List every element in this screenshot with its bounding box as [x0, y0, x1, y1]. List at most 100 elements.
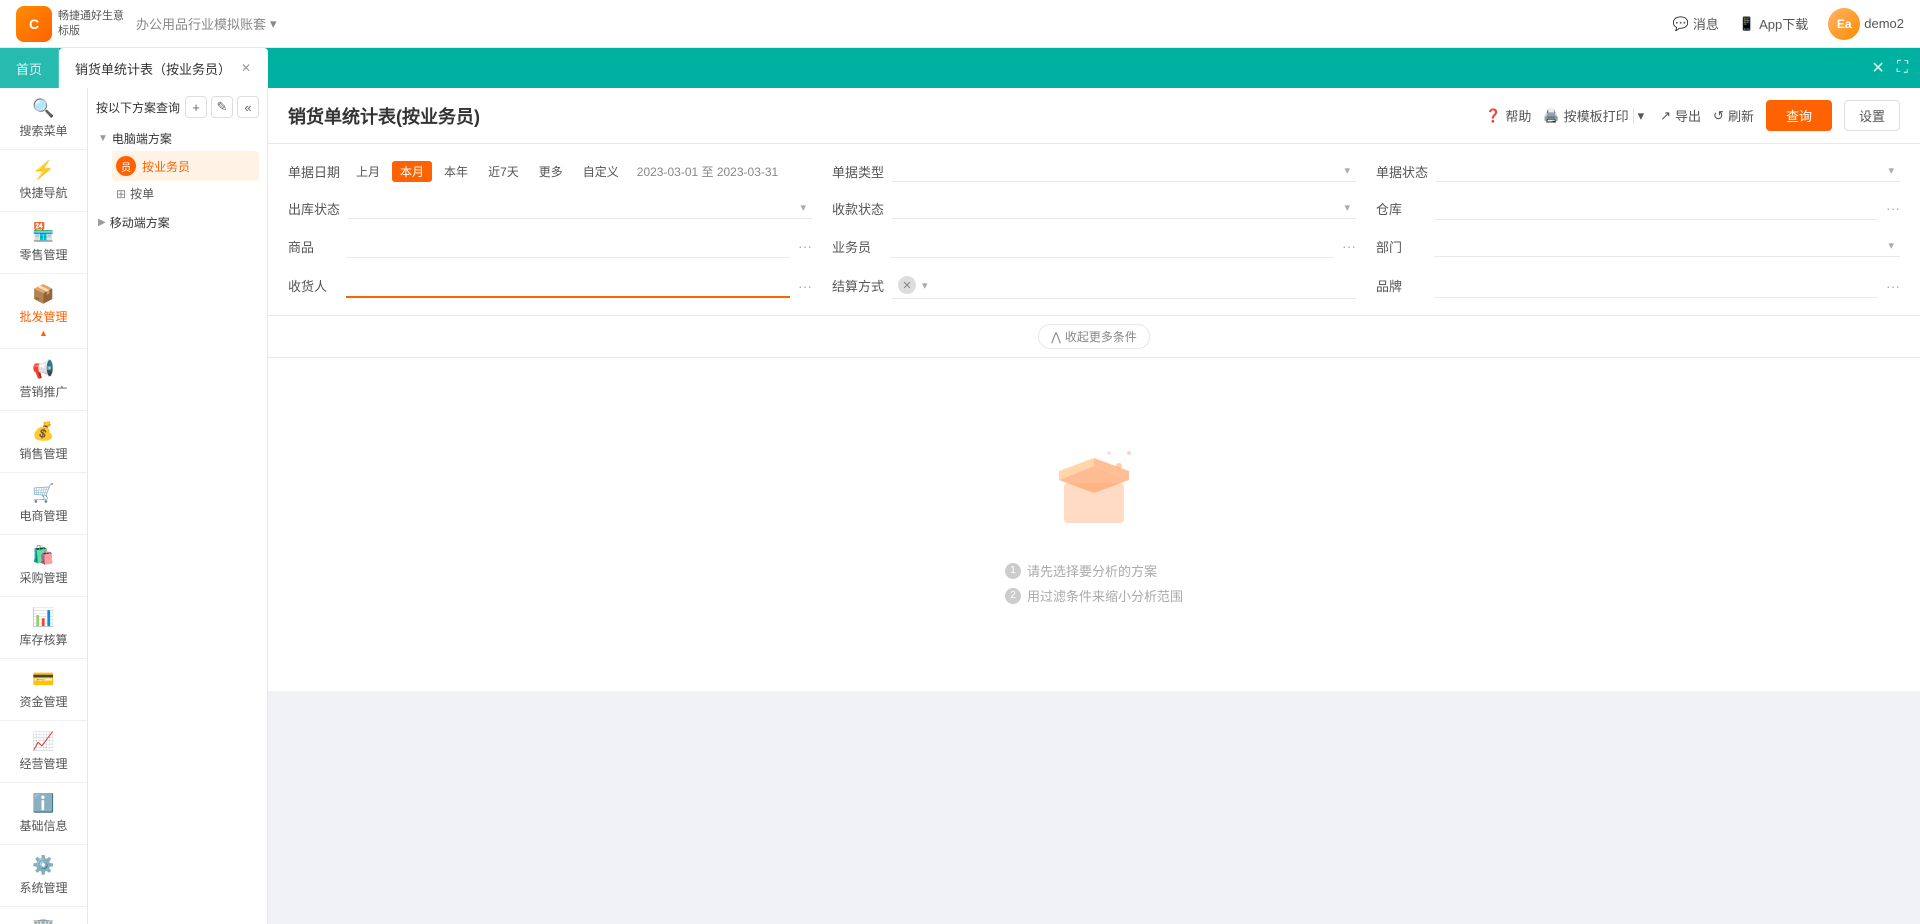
- sidebar-purchase-label: 采购管理: [19, 569, 67, 586]
- tab-close-icon[interactable]: ✕: [241, 61, 251, 75]
- settings-btn[interactable]: 设置: [1844, 100, 1900, 131]
- sidebar-item-inventory[interactable]: 📊 库存核算: [0, 597, 87, 659]
- sidebar-item-purchase[interactable]: 🛍️ 采购管理: [0, 535, 87, 597]
- filter-out-status-item: 出库状态 ▾: [288, 197, 812, 219]
- staff-label: 业务员: [832, 237, 882, 256]
- refresh-btn[interactable]: ↺ 刷新: [1713, 106, 1754, 125]
- finance-icon: 💳: [32, 669, 54, 690]
- empty-icon-area: [1044, 438, 1144, 541]
- date-tab-more[interactable]: 更多: [531, 161, 571, 182]
- collapse-more-btn[interactable]: ⋀ 收起更多条件: [1038, 324, 1150, 349]
- sidebar-item-finance[interactable]: 💳 资金管理: [0, 659, 87, 721]
- collapse-btn-label: 收起更多条件: [1065, 328, 1137, 345]
- step1-num: 1: [1005, 563, 1021, 579]
- inventory-icon: 📊: [32, 607, 54, 628]
- print-btn[interactable]: 🖨️ 按模板打印 ▾: [1543, 106, 1648, 125]
- scheme-item-by-staff[interactable]: 员 按业务员: [112, 151, 259, 181]
- payment-status-select[interactable]: ▾: [892, 197, 1356, 219]
- goods-ellipsis[interactable]: ···: [798, 238, 812, 254]
- doc-type-arrow: ▾: [1344, 164, 1350, 177]
- consignee-ellipsis[interactable]: ···: [798, 278, 812, 294]
- date-tab-this-year[interactable]: 本年: [436, 161, 476, 182]
- operation-icon: 📈: [32, 731, 54, 752]
- user-name: demo2: [1864, 16, 1904, 31]
- warehouse-ellipsis[interactable]: ···: [1886, 200, 1900, 216]
- date-range-text: 2023-03-01 至 2023-03-31: [637, 163, 778, 180]
- collapse-triangle-icon: ▶: [98, 217, 106, 228]
- goods-input[interactable]: [346, 234, 790, 258]
- consignee-label: 收货人: [288, 276, 338, 295]
- help-icon: ❓: [1485, 108, 1501, 124]
- sidebar-item-operation[interactable]: 📈 经营管理: [0, 721, 87, 783]
- sidebar-marketing-label: 营销推广: [19, 383, 67, 400]
- sidebar-item-ecommerce[interactable]: 🛒 电商管理: [0, 473, 87, 535]
- query-btn[interactable]: 查询: [1766, 100, 1832, 131]
- scheme-collapse-btn[interactable]: «: [237, 96, 259, 118]
- doc-type-select[interactable]: ▾: [892, 160, 1356, 182]
- empty-state: 1 请先选择要分析的方案 2 用过滤条件来缩小分析范围: [268, 358, 1920, 691]
- breadcrumb[interactable]: 办公用品行业模拟账套 ▾: [136, 14, 277, 33]
- purchase-icon: 🛍️: [32, 545, 54, 566]
- basic-icon: ℹ️: [32, 793, 54, 814]
- help-btn[interactable]: ❓ 帮助: [1485, 106, 1531, 125]
- filter-row-1: 单据日期 上月 本月 本年 近7天 更多 自定义 2023-03-01 至 20…: [288, 160, 1900, 182]
- collapse-up-icon: ⋀: [1051, 330, 1061, 344]
- tab-close-window-icon[interactable]: ✕: [1871, 58, 1884, 78]
- doc-status-select[interactable]: ▾: [1436, 160, 1900, 182]
- out-status-select[interactable]: ▾: [348, 197, 812, 219]
- date-tab-custom[interactable]: 自定义: [575, 161, 627, 182]
- message-action[interactable]: 💬 消息: [1673, 14, 1719, 33]
- retail-icon: 🏪: [32, 222, 54, 243]
- date-tab-this-month[interactable]: 本月: [392, 161, 432, 182]
- sidebar-item-sales[interactable]: 💰 销售管理: [0, 411, 87, 473]
- warehouse-input[interactable]: [1434, 196, 1878, 220]
- staff-ellipsis[interactable]: ···: [1342, 238, 1356, 254]
- filter-goods-item: 商品 ···: [288, 234, 812, 258]
- scheme-panel-header: 按以下方案查询 + ✎ «: [96, 96, 259, 118]
- filter-consignee-item: 收货人 ···: [288, 273, 812, 298]
- dept-select[interactable]: ▾: [1434, 235, 1900, 257]
- by-order-icon: ⊞: [116, 187, 126, 201]
- scheme-group-mobile-header[interactable]: ▶ 移动端方案: [96, 210, 259, 235]
- scheme-edit-btn[interactable]: ✎: [211, 96, 233, 118]
- sidebar-item-basic[interactable]: ℹ️ 基础信息: [0, 783, 87, 845]
- tab-maximize-icon[interactable]: ⛶: [1897, 59, 1908, 77]
- sidebar-item-retail[interactable]: 🏪 零售管理: [0, 212, 87, 274]
- date-tab-last-7[interactable]: 近7天: [480, 161, 527, 182]
- scheme-item-by-order[interactable]: ⊞ 按单: [112, 181, 259, 206]
- payment-method-select[interactable]: ✕ ▾: [892, 272, 1356, 299]
- scheme-item-by-order-label: 按单: [130, 185, 154, 202]
- brand-input[interactable]: [1434, 274, 1878, 298]
- step1-text: 请先选择要分析的方案: [1027, 561, 1157, 580]
- date-tab-last-month[interactable]: 上月: [348, 161, 388, 182]
- logo-abbr: C: [29, 16, 39, 32]
- sidebar-item-quick-nav[interactable]: ⚡ 快捷导航: [0, 150, 87, 212]
- tab-sales-stat[interactable]: 销货单统计表（按业务员） ✕: [59, 48, 268, 88]
- sidebar-item-system[interactable]: ⚙️ 系统管理: [0, 845, 87, 907]
- tab-home[interactable]: 首页: [0, 48, 59, 88]
- sidebar-quicknav-label: 快捷导航: [19, 184, 67, 201]
- collapse-bar: ⋀ 收起更多条件: [268, 316, 1920, 358]
- sidebar-item-search[interactable]: 🔍 搜索菜单: [0, 88, 87, 150]
- scheme-group-mobile-label: 移动端方案: [110, 214, 170, 231]
- page-header: 销货单统计表(按业务员) ❓ 帮助 🖨️ 按模板打印 ▾ ↗: [268, 88, 1920, 144]
- user-area[interactable]: Ea demo2: [1828, 8, 1904, 40]
- staff-input[interactable]: [890, 234, 1334, 258]
- expand-triangle-icon: ▼: [98, 133, 108, 144]
- sidebar-item-wholesale[interactable]: 📦 批发管理 ▲: [0, 274, 87, 349]
- sidebar-item-enterprise[interactable]: 🏢 企业协同: [0, 907, 87, 924]
- filter-row-4: 收货人 ··· 结算方式 ✕ ▾ 品牌 ···: [288, 272, 1900, 299]
- export-btn[interactable]: ↗ 导出: [1660, 106, 1701, 125]
- payment-method-clear[interactable]: ✕: [898, 276, 916, 294]
- app-download-action[interactable]: 📱 App下载: [1739, 14, 1808, 33]
- scheme-add-btn[interactable]: +: [185, 96, 207, 118]
- print-btn-main: 🖨️ 按模板打印: [1543, 106, 1628, 125]
- search-icon: 🔍: [32, 98, 54, 119]
- filter-payment-method-item: 结算方式 ✕ ▾: [832, 272, 1356, 299]
- sidebar-item-marketing[interactable]: 📢 营销推广: [0, 349, 87, 411]
- brand-ellipsis[interactable]: ···: [1886, 278, 1900, 294]
- print-dropdown-arrow[interactable]: ▾: [1633, 108, 1649, 124]
- sidebar-operation-label: 经营管理: [19, 755, 67, 772]
- consignee-input[interactable]: [346, 273, 790, 298]
- scheme-group-desktop-header[interactable]: ▼ 电脑端方案: [96, 126, 259, 151]
